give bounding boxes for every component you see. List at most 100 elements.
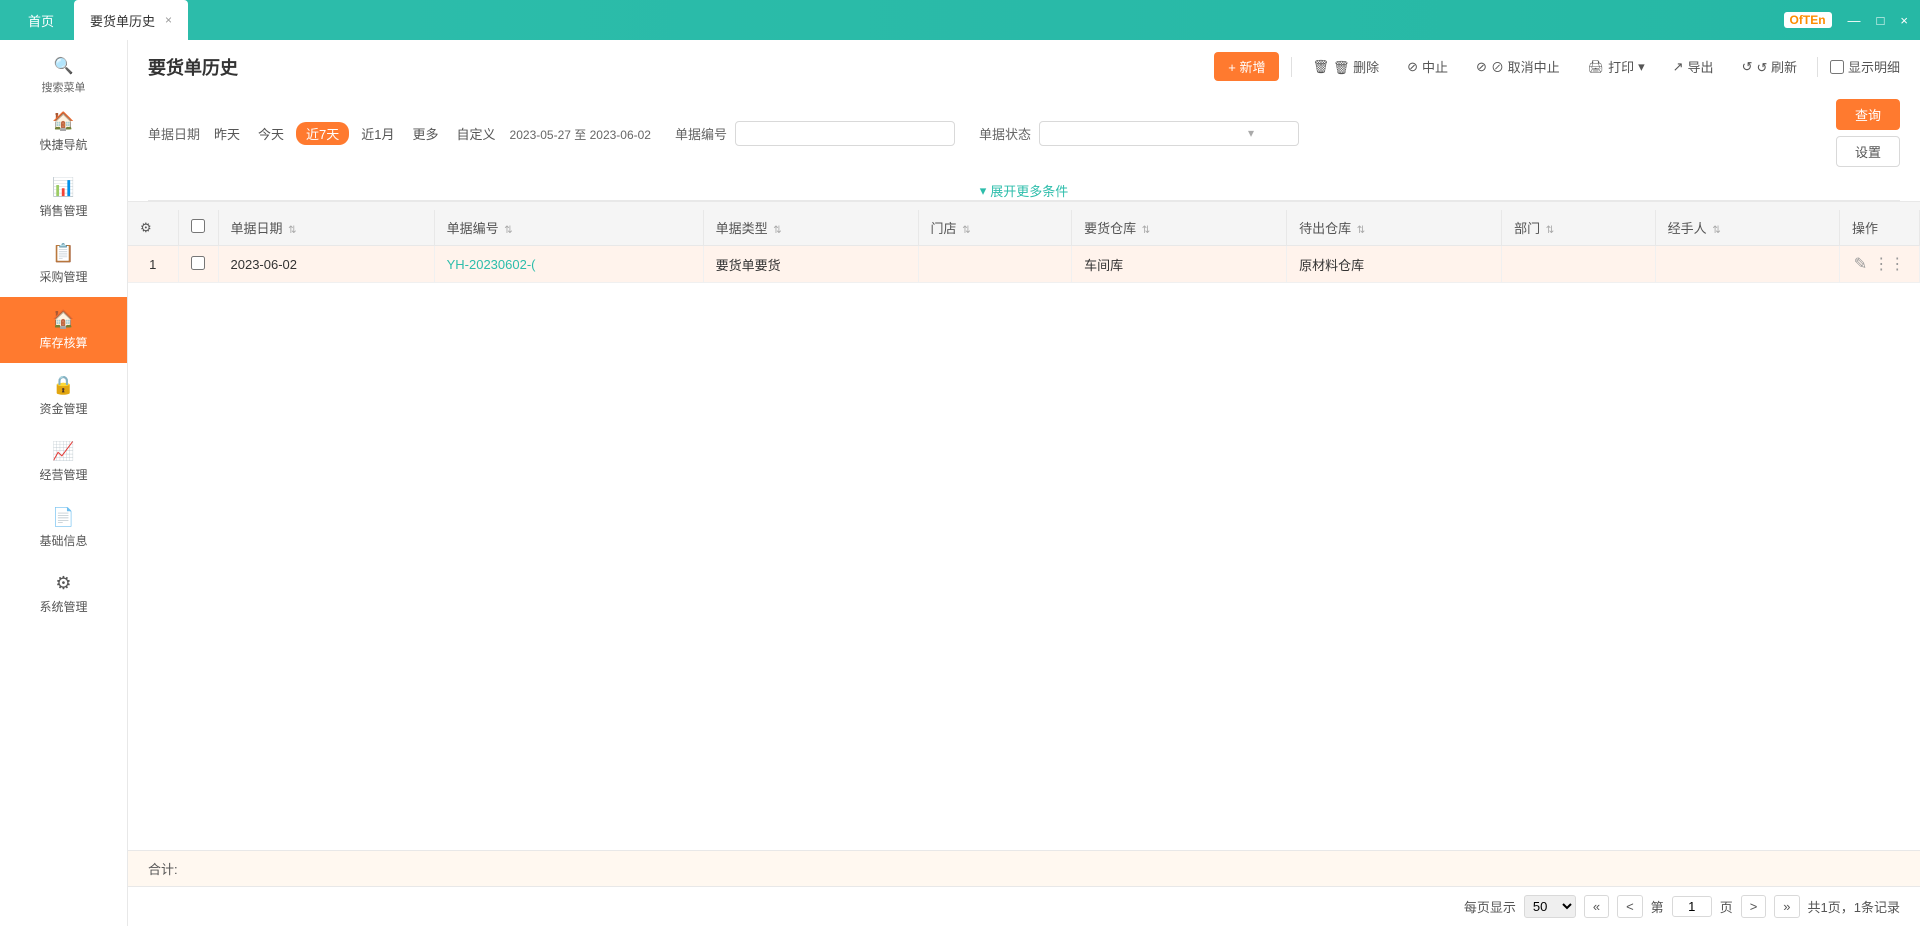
query-button[interactable]: 查询 bbox=[1836, 99, 1900, 130]
doc-status-label: 单据状态 bbox=[979, 124, 1031, 143]
check-column-header bbox=[178, 210, 218, 246]
table-row: 1 2023-06-02 YH-20230602-( 要货单要货 车间库 原材料… bbox=[128, 246, 1920, 283]
maximize-btn[interactable]: □ bbox=[1877, 13, 1885, 28]
row-check[interactable] bbox=[178, 246, 218, 283]
system-icon: ⚙ bbox=[55, 573, 71, 594]
new-button[interactable]: + 新增 bbox=[1214, 52, 1279, 81]
summary-footer: 合计: bbox=[128, 850, 1920, 886]
stop-button[interactable]: ⊘ 中止 bbox=[1399, 53, 1456, 80]
filter-row: 单据日期 昨天 今天 近7天 近1月 更多 自定义 2023-05-27 至 2… bbox=[148, 99, 1900, 167]
sidebar-finance-label: 资金管理 bbox=[39, 400, 87, 417]
refresh-button[interactable]: ↺ ↺ 刷新 bbox=[1734, 53, 1805, 80]
row-index: 1 bbox=[128, 246, 178, 283]
print-icon: 🖨 bbox=[1588, 59, 1605, 75]
cancel-stop-button[interactable]: ⊘ ⊘ 取消中止 bbox=[1468, 53, 1568, 80]
sidebar-system-label: 系统管理 bbox=[39, 598, 87, 615]
row-checkbox[interactable] bbox=[191, 256, 205, 270]
sidebar-item-system[interactable]: ⚙ 系统管理 bbox=[0, 561, 127, 627]
sidebar-item-operations[interactable]: 📈 经营管理 bbox=[0, 429, 127, 495]
chevron-down-icon: ▾ bbox=[1248, 126, 1254, 140]
table-area: ⚙ 单据日期 ⇅ 单据编号 ⇅ 单据类型 bbox=[128, 210, 1920, 850]
toolbar: + 新增 🗑 🗑 删除 ⊘ 中止 ⊘ ⊘ 取消中止 bbox=[1214, 52, 1900, 81]
store-column-header[interactable]: 门店 ⇅ bbox=[918, 210, 1072, 246]
filter-doc-number-group: 单据编号 bbox=[675, 121, 955, 146]
date-filter-label: 单据日期 bbox=[148, 124, 200, 143]
export-icon: ↗ bbox=[1673, 59, 1684, 75]
table-header-row: ⚙ 单据日期 ⇅ 单据编号 ⇅ 单据类型 bbox=[128, 210, 1920, 246]
sidebar-item-basic-info[interactable]: 📄 基础信息 bbox=[0, 495, 127, 561]
sales-icon: 📊 bbox=[52, 177, 74, 198]
doc-status-input[interactable] bbox=[1048, 126, 1248, 141]
sidebar-item-sales[interactable]: 📊 销售管理 bbox=[0, 165, 127, 231]
req-warehouse-column-header[interactable]: 要货仓库 ⇅ bbox=[1072, 210, 1287, 246]
finance-icon: 🔒 bbox=[52, 375, 74, 396]
date-options: 昨天 今天 近7天 近1月 更多 自定义 bbox=[208, 122, 502, 145]
display-detail-checkbox[interactable] bbox=[1830, 60, 1844, 74]
department-column-header[interactable]: 部门 ⇅ bbox=[1502, 210, 1656, 246]
sidebar-inventory-label: 库存核算 bbox=[39, 334, 87, 351]
settings-button[interactable]: 设置 bbox=[1836, 136, 1900, 167]
last-page-btn[interactable]: » bbox=[1774, 895, 1799, 918]
sidebar-item-quick-nav[interactable]: 🏠 快捷导航 bbox=[0, 99, 127, 165]
pending-warehouse-column-header[interactable]: 待出仓库 ⇅ bbox=[1287, 210, 1502, 246]
more-icon[interactable]: ⋮⋮ bbox=[1873, 254, 1905, 274]
action-column-header: 操作 bbox=[1840, 210, 1920, 246]
date-more[interactable]: 更多 bbox=[407, 122, 445, 145]
go-label: 第 bbox=[1651, 897, 1664, 916]
next-page-btn[interactable]: > bbox=[1741, 895, 1767, 918]
date-yesterday[interactable]: 昨天 bbox=[208, 122, 246, 145]
print-button[interactable]: 🖨 打印 ▾ bbox=[1580, 53, 1653, 80]
row-store bbox=[918, 246, 1072, 283]
row-doc-number[interactable]: YH-20230602-( bbox=[434, 246, 703, 283]
doc-number-column-header[interactable]: 单据编号 ⇅ bbox=[434, 210, 703, 246]
first-page-btn[interactable]: « bbox=[1584, 895, 1609, 918]
prev-page-btn[interactable]: < bbox=[1617, 895, 1643, 918]
date-range-display: 2023-05-27 至 2023-06-02 bbox=[510, 126, 651, 143]
handler-column-header[interactable]: 经手人 ⇅ bbox=[1655, 210, 1839, 246]
filter-date-group: 单据日期 昨天 今天 近7天 近1月 更多 自定义 2023-05-27 至 2… bbox=[148, 122, 651, 145]
top-bar-right: OfTEn — □ × bbox=[1784, 12, 1908, 28]
display-detail-button[interactable]: 显示明细 bbox=[1830, 57, 1900, 76]
sort-icon: ⇅ bbox=[1142, 225, 1150, 236]
export-label: 导出 bbox=[1688, 57, 1714, 76]
date-custom[interactable]: 自定义 bbox=[451, 122, 502, 145]
minimize-btn[interactable]: — bbox=[1848, 13, 1861, 28]
separator-1 bbox=[1291, 57, 1292, 77]
gear-column-header[interactable]: ⚙ bbox=[128, 210, 178, 246]
action-icons: ✎ ⋮⋮ bbox=[1852, 254, 1907, 274]
sidebar-item-inventory[interactable]: 🏠 库存核算 bbox=[0, 297, 127, 363]
doc-date-column-header[interactable]: 单据日期 ⇅ bbox=[218, 210, 434, 246]
row-doc-date: 2023-06-02 bbox=[218, 246, 434, 283]
page-size-select[interactable]: 50 10 20 100 bbox=[1524, 895, 1576, 918]
top-bar: 首页 要货单历史 × OfTEn — □ × bbox=[0, 0, 1920, 40]
tab-home[interactable]: 首页 bbox=[12, 0, 70, 40]
doc-type-column-header[interactable]: 单据类型 ⇅ bbox=[703, 210, 918, 246]
export-button[interactable]: ↗ 导出 bbox=[1665, 53, 1722, 80]
sidebar-sales-label: 销售管理 bbox=[39, 202, 87, 219]
close-btn[interactable]: × bbox=[1900, 13, 1908, 28]
edit-icon[interactable]: ✎ bbox=[1854, 254, 1867, 274]
date-1month[interactable]: 近1月 bbox=[355, 122, 400, 145]
sidebar-item-finance[interactable]: 🔒 资金管理 bbox=[0, 363, 127, 429]
doc-number-link[interactable]: YH-20230602-( bbox=[447, 257, 536, 272]
sidebar-search[interactable]: 🔍 搜索菜单 bbox=[0, 48, 127, 99]
history-tab-close[interactable]: × bbox=[165, 13, 172, 27]
delete-button[interactable]: 🗑 🗑 删除 bbox=[1304, 53, 1387, 80]
date-today[interactable]: 今天 bbox=[252, 122, 290, 145]
select-all-checkbox[interactable] bbox=[191, 219, 205, 233]
main-content: 要货单历史 + 新增 🗑 🗑 删除 ⊘ 中止 ⊘ ⊘ 取消中止 bbox=[128, 40, 1920, 926]
date-7days[interactable]: 近7天 bbox=[296, 122, 349, 145]
pagination: 每页显示 50 10 20 100 « < 第 页 > » 共1页，1条记录 bbox=[128, 886, 1920, 926]
doc-number-input[interactable] bbox=[735, 121, 955, 146]
sidebar-item-purchase[interactable]: 📋 采购管理 bbox=[0, 231, 127, 297]
filter-actions: 查询 设置 bbox=[1836, 99, 1900, 167]
stop-label: 中止 bbox=[1422, 57, 1448, 76]
expand-more-label: 展开更多条件 bbox=[990, 181, 1068, 200]
doc-status-select-wrapper[interactable]: ▾ bbox=[1039, 121, 1299, 146]
expand-more-btn[interactable]: ▾ 展开更多条件 bbox=[980, 181, 1069, 200]
tab-history[interactable]: 要货单历史 × bbox=[74, 0, 188, 40]
page-input[interactable] bbox=[1672, 896, 1712, 917]
page-title: 要货单历史 bbox=[148, 54, 238, 80]
filter-area: 单据日期 昨天 今天 近7天 近1月 更多 自定义 2023-05-27 至 2… bbox=[148, 91, 1900, 201]
sort-icon: ⇅ bbox=[1712, 225, 1720, 236]
